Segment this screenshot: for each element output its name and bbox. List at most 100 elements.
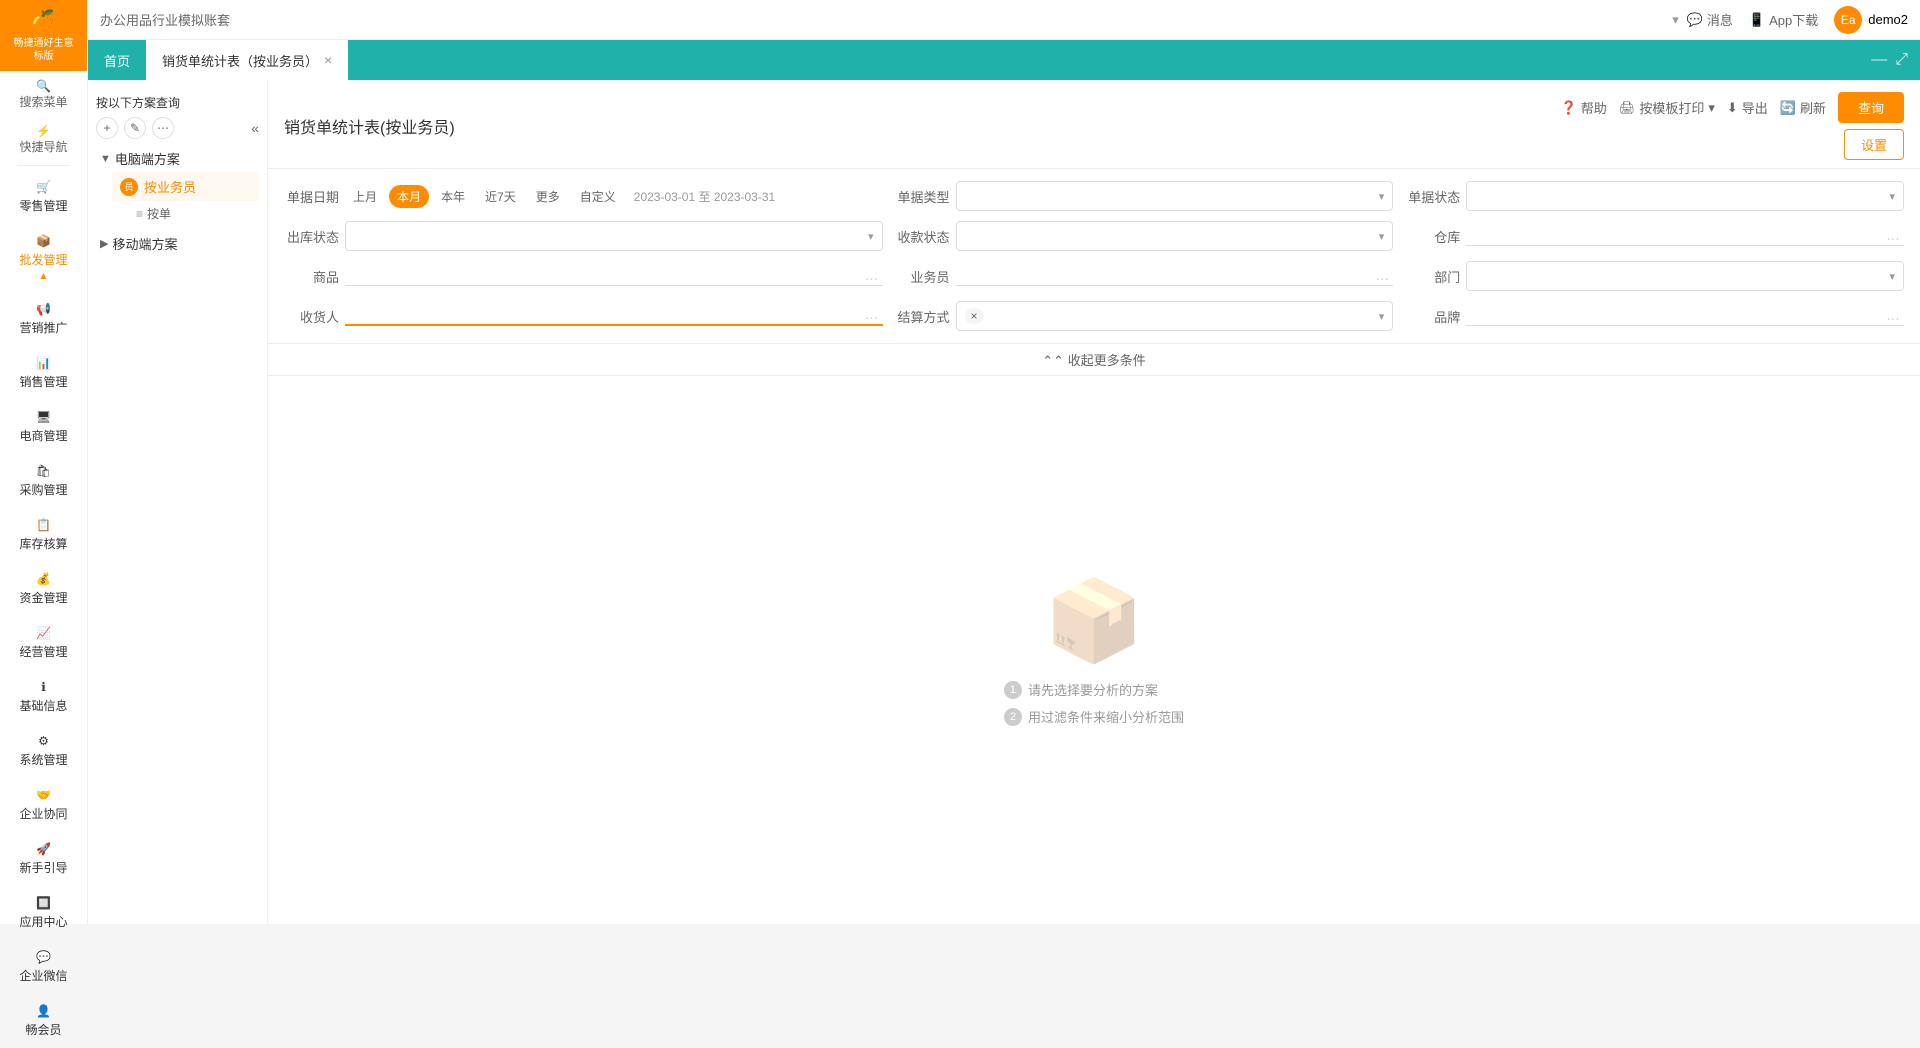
doc-type-label: 单据类型 bbox=[895, 187, 950, 206]
add-scheme-btn[interactable]: + bbox=[96, 117, 118, 139]
print-icon: 🖨 bbox=[1619, 100, 1636, 116]
print-btn[interactable]: 🖨 按模板打印 ▾ bbox=[1619, 98, 1715, 117]
retail-icon: 🛒 bbox=[36, 180, 51, 194]
dept-select[interactable]: ▾ bbox=[1466, 261, 1904, 291]
refresh-btn[interactable]: 🔄 刷新 bbox=[1780, 98, 1826, 117]
doc-type-select[interactable]: ▾ bbox=[956, 181, 1394, 211]
tab-maximize-icon[interactable]: ⤢ bbox=[1895, 51, 1908, 69]
date-tab-more[interactable]: 更多 bbox=[528, 185, 568, 208]
sidebar-item-marketing[interactable]: 📢 营销推广 bbox=[0, 292, 87, 346]
order-scheme-icon: ≡ bbox=[136, 207, 143, 221]
sidebar-item-wholesale[interactable]: 📦 批发管理 ▲ bbox=[0, 224, 87, 292]
tree-child-salesman[interactable]: 员 按业务员 bbox=[112, 172, 259, 201]
date-label: 单据日期 bbox=[284, 187, 339, 206]
print-label: 按模板打印 bbox=[1639, 98, 1704, 117]
purchase-icon: 🛍 bbox=[36, 464, 51, 478]
appcenter-icon: 🔲 bbox=[36, 896, 51, 910]
tree-desktop-parent[interactable]: ▼ 电脑端方案 bbox=[96, 145, 259, 172]
date-tab-lastmonth[interactable]: 上月 bbox=[345, 185, 385, 208]
add-scheme-icon: + bbox=[103, 121, 110, 135]
sidebar-item-retail[interactable]: 🛒 零售管理 bbox=[0, 170, 87, 224]
export-label: 导出 bbox=[1742, 98, 1768, 117]
more-scheme-btn[interactable]: ⋯ bbox=[152, 117, 174, 139]
goods-dots-btn[interactable]: … bbox=[861, 267, 883, 283]
message-btn[interactable]: 💬 消息 bbox=[1687, 10, 1733, 29]
sidebar-item-sales[interactable]: 📊 销售管理 bbox=[0, 346, 87, 400]
tree-mobile-section: ▶ 移动端方案 bbox=[88, 226, 267, 261]
goods-label: 商品 bbox=[284, 267, 339, 286]
tab-close-icon[interactable]: × bbox=[324, 52, 332, 68]
sidebar-item-wechat[interactable]: 💬 企业微信 bbox=[0, 940, 87, 994]
tab-home[interactable]: 首页 bbox=[88, 40, 146, 80]
filter-row-1: 单据日期 上月 本月 本年 近7天 更多 自定义 2023-03-01 至 20… bbox=[284, 181, 1904, 211]
query-button[interactable]: 查询 bbox=[1838, 92, 1904, 123]
date-tab-7days[interactable]: 近7天 bbox=[477, 185, 524, 208]
sidebar-item-system-label: 系统管理 bbox=[19, 751, 67, 768]
date-tab-custom[interactable]: 自定义 bbox=[572, 185, 624, 208]
sidebar-item-basic[interactable]: ℹ 基础信息 bbox=[0, 670, 87, 724]
tab-minimize-icon[interactable]: — bbox=[1871, 51, 1887, 69]
date-tab-thismonth[interactable]: 本月 bbox=[389, 185, 429, 208]
quick-nav-item[interactable]: ⚡ 快捷导航 bbox=[0, 118, 87, 161]
sidebar-item-finance[interactable]: 💰 资金管理 bbox=[0, 562, 87, 616]
sidebar-item-operations[interactable]: 📈 经营管理 bbox=[0, 616, 87, 670]
tab-sales-stat[interactable]: 销货单统计表（按业务员） × bbox=[146, 40, 348, 80]
tree-subchild-order[interactable]: ≡ 按单 bbox=[112, 201, 259, 226]
payment-select[interactable]: × ▾ bbox=[956, 301, 1394, 331]
sidebar-item-corp-label: 企业协同 bbox=[19, 805, 67, 822]
export-icon: ⬇ bbox=[1727, 100, 1738, 116]
setting-button[interactable]: 设置 bbox=[1844, 129, 1904, 160]
payment-tag[interactable]: × bbox=[965, 308, 984, 324]
out-status-select[interactable]: ▾ bbox=[345, 221, 883, 251]
receiver-dots-btn[interactable]: … bbox=[861, 306, 883, 322]
payment-tag-x[interactable]: × bbox=[971, 309, 978, 323]
collapse-panel-icon: « bbox=[251, 120, 259, 136]
left-panel: 按以下方案查询 + ✎ ⋯ « ▼ 电脑端方案 bbox=[88, 80, 268, 924]
date-tabs: 上月 本月 本年 近7天 更多 自定义 bbox=[345, 185, 624, 208]
doc-status-select[interactable]: ▾ bbox=[1466, 181, 1904, 211]
sidebar-item-purchase[interactable]: 🛍 采购管理 bbox=[0, 454, 87, 508]
sidebar-item-appcenter[interactable]: 🔲 应用中心 bbox=[0, 886, 87, 940]
quick-nav-icon: ⚡ bbox=[4, 124, 83, 138]
tree-mobile-parent[interactable]: ▶ 移动端方案 bbox=[96, 230, 259, 257]
date-tab-thisyear[interactable]: 本年 bbox=[433, 185, 473, 208]
refresh-label: 刷新 bbox=[1800, 98, 1826, 117]
empty-tips: 1 请先选择要分析的方案 2 用过滤条件来缩小分析范围 bbox=[1004, 680, 1184, 726]
collapse-panel-btn[interactable]: « bbox=[251, 120, 259, 136]
collapse-label: 收起更多条件 bbox=[1068, 353, 1146, 368]
tree-mobile-label: 移动端方案 bbox=[112, 234, 177, 253]
export-btn[interactable]: ⬇ 导出 bbox=[1727, 98, 1768, 117]
avatar: Ea bbox=[1834, 6, 1862, 34]
sidebar-item-system[interactable]: ⚙ 系统管理 bbox=[0, 724, 87, 778]
brand-dots-btn[interactable]: … bbox=[1882, 307, 1904, 323]
help-btn[interactable]: ❓ 帮助 bbox=[1561, 98, 1607, 117]
empty-state: 📦 1 请先选择要分析的方案 2 用过滤条件来缩小分析范围 bbox=[268, 376, 1920, 924]
sidebar-item-inventory[interactable]: 📋 库存核算 bbox=[0, 508, 87, 562]
sidebar-logo[interactable]: 🍊 畅捷通好生意 标版 bbox=[0, 0, 87, 71]
download-icon: 📱 bbox=[1749, 12, 1765, 28]
topbar-dropdown-icon[interactable]: ▾ bbox=[1672, 12, 1679, 28]
app-download-btn[interactable]: 📱 App下载 bbox=[1749, 10, 1818, 29]
brand-label: 品牌 bbox=[1405, 307, 1460, 326]
sidebar-item-guide-label: 新手引导 bbox=[19, 859, 67, 876]
sidebar-item-corp[interactable]: 🤝 企业协同 bbox=[0, 778, 87, 832]
search-menu-item[interactable]: 🔍 搜索菜单 bbox=[0, 71, 87, 118]
salesman-dots-btn[interactable]: … bbox=[1371, 267, 1393, 283]
sidebar-item-guide[interactable]: 🚀 新手引导 bbox=[0, 832, 87, 886]
message-icon: 💬 bbox=[1687, 12, 1703, 28]
receipt-status-select[interactable]: ▾ bbox=[956, 221, 1394, 251]
doc-type-arrow: ▾ bbox=[1379, 190, 1385, 203]
sidebar-item-ecom[interactable]: 🖥 电商管理 bbox=[0, 400, 87, 454]
collapse-bar[interactable]: ⌃⌃ 收起更多条件 bbox=[268, 344, 1920, 376]
search-icon: 🔍 bbox=[4, 79, 83, 93]
payment-arrow: ▾ bbox=[1379, 310, 1385, 323]
tree-mobile-expand-icon: ▶ bbox=[100, 237, 108, 250]
sidebar-item-member[interactable]: 👤 畅会员 bbox=[0, 994, 87, 1048]
edit-scheme-btn[interactable]: ✎ bbox=[124, 117, 146, 139]
message-label: 消息 bbox=[1707, 10, 1733, 29]
out-status-label: 出库状态 bbox=[284, 227, 339, 246]
user-area[interactable]: Ea demo2 bbox=[1834, 6, 1908, 34]
warehouse-dots-btn[interactable]: … bbox=[1882, 227, 1904, 243]
sidebar-item-wholesale-label: 批发管理 bbox=[19, 251, 67, 268]
dept-label: 部门 bbox=[1405, 267, 1460, 286]
